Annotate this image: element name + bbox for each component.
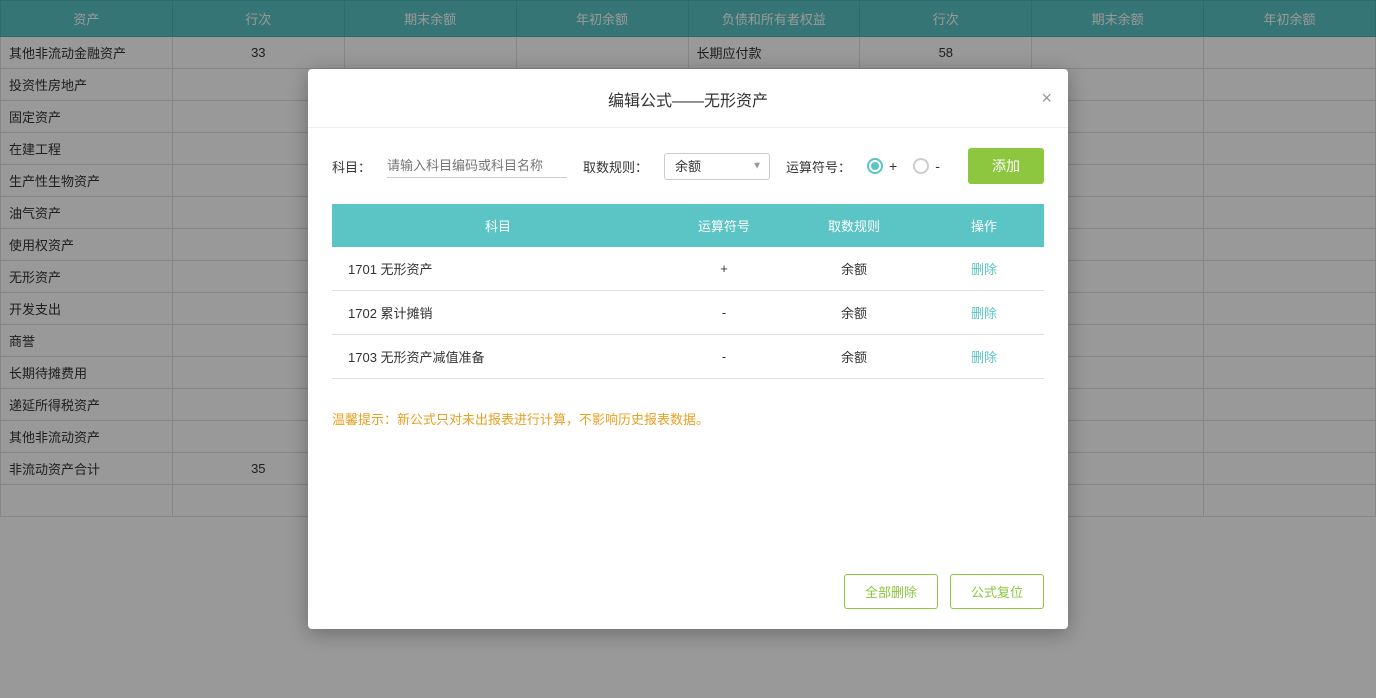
operator-radio-group: + - [867, 158, 940, 174]
cell-operator: + [664, 247, 784, 291]
delete-row-button[interactable]: 删除 [971, 347, 997, 366]
modal-footer: 全部删除 公式复位 [308, 574, 1068, 629]
formula-table: 科目 运算符号 取数规则 操作 1701 无形资产+余额删除1702 累计摊销-… [332, 204, 1044, 379]
radio-minus-circle [913, 158, 929, 174]
rule-select-wrap: 余额 借方发生额 贷方发生额 ▼ [664, 153, 770, 180]
table-header-action: 操作 [924, 204, 1044, 247]
table-row: 1703 无形资产减值准备-余额 删除 [332, 335, 1044, 379]
delete-all-button[interactable]: 全部删除 [844, 574, 938, 609]
form-row: 科目： 取数规则： 余额 借方发生额 贷方发生额 ▼ 运算符号： + [332, 148, 1044, 184]
modal-close-button[interactable]: × [1041, 89, 1052, 107]
modal-header: 编辑公式——无形资产 × [308, 69, 1068, 128]
cell-operator: - [664, 291, 784, 335]
cell-rule: 余额 [784, 291, 924, 335]
cell-rule: 余额 [784, 335, 924, 379]
subject-input[interactable] [387, 154, 567, 178]
cell-subject: 1701 无形资产 [332, 247, 664, 291]
radio-plus-circle [867, 158, 883, 174]
operator-minus-label: - [935, 158, 940, 174]
delete-row-button[interactable]: 删除 [971, 303, 997, 322]
table-header-operator: 运算符号 [664, 204, 784, 247]
rule-label: 取数规则： [583, 157, 648, 176]
subject-label: 科目： [332, 157, 371, 176]
rule-select[interactable]: 余额 借方发生额 贷方发生额 [664, 153, 770, 180]
cell-subject: 1702 累计摊销 [332, 291, 664, 335]
table-header-subject: 科目 [332, 204, 664, 247]
cell-rule: 余额 [784, 247, 924, 291]
reset-formula-button[interactable]: 公式复位 [950, 574, 1044, 609]
table-header-rule: 取数规则 [784, 204, 924, 247]
operator-label: 运算符号： [786, 157, 851, 176]
cell-operator: - [664, 335, 784, 379]
cell-action: 删除 [924, 335, 1044, 379]
operator-plus-label: + [889, 158, 897, 174]
operator-minus-radio[interactable]: - [913, 158, 940, 174]
modal-dialog: 编辑公式——无形资产 × 科目： 取数规则： 余额 借方发生额 贷方发生额 ▼ … [308, 69, 1068, 629]
add-button[interactable]: 添加 [968, 148, 1044, 184]
cell-action: 删除 [924, 291, 1044, 335]
modal-title: 编辑公式——无形资产 [608, 93, 768, 110]
modal-overlay: 编辑公式——无形资产 × 科目： 取数规则： 余额 借方发生额 贷方发生额 ▼ … [0, 0, 1376, 698]
table-row: 1701 无形资产+余额 删除 [332, 247, 1044, 291]
warning-text: 温馨提示：新公式只对未出报表进行计算，不影响历史报表数据。 [332, 399, 1044, 444]
operator-plus-radio[interactable]: + [867, 158, 897, 174]
delete-row-button[interactable]: 删除 [971, 259, 997, 278]
modal-body: 科目： 取数规则： 余额 借方发生额 贷方发生额 ▼ 运算符号： + [308, 128, 1068, 574]
cell-subject: 1703 无形资产减值准备 [332, 335, 664, 379]
table-row: 1702 累计摊销-余额 删除 [332, 291, 1044, 335]
cell-action: 删除 [924, 247, 1044, 291]
